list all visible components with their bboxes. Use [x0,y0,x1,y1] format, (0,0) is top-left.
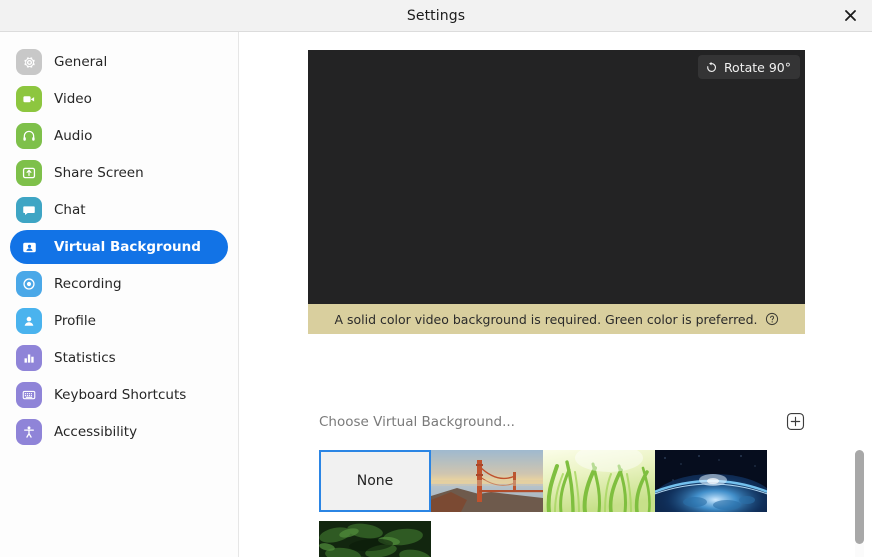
rotate-90-button[interactable]: Rotate 90° [697,55,800,79]
sidebar-item-profile[interactable]: Profile [10,304,228,338]
sidebar-item-accessibility[interactable]: Accessibility [10,415,228,449]
green-screen-notice-text: A solid color video background is requir… [334,311,758,327]
gear-icon [16,49,42,75]
settings-window: Settings General Video Audio Share Scree… [0,0,872,557]
thumbnail-grass[interactable] [543,450,655,512]
thumbnail-scrollbar-thumb[interactable] [855,450,864,544]
green-grass-image [543,450,655,512]
help-circle-icon[interactable] [765,312,779,326]
green-screen-notice: A solid color video background is requir… [308,304,805,334]
chat-bubble-icon [16,197,42,223]
close-icon [844,10,856,21]
thumbnail-earth-space[interactable] [655,450,767,512]
sidebar-item-label: Statistics [54,350,116,366]
sidebar-item-statistics[interactable]: Statistics [10,341,228,375]
sidebar-item-video[interactable]: Video [10,82,228,116]
choose-virtual-background-row: Choose Virtual Background... [319,412,805,431]
sidebar-item-chat[interactable]: Chat [10,193,228,227]
headphones-icon [16,123,42,149]
sidebar-item-label: Profile [54,313,96,329]
person-icon [16,308,42,334]
sidebar-item-audio[interactable]: Audio [10,119,228,153]
sidebar-item-share-screen[interactable]: Share Screen [10,156,228,190]
sidebar-item-label: Recording [54,276,122,292]
record-icon [16,271,42,297]
bar-chart-icon [16,345,42,371]
rotate-icon [705,61,718,74]
close-button[interactable] [828,0,872,31]
sidebar-item-label: Chat [54,202,86,218]
accessibility-icon [16,419,42,445]
sidebar-item-label: General [54,54,108,70]
choose-virtual-background-label: Choose Virtual Background... [319,413,515,430]
virtual-background-icon [16,234,42,260]
virtual-background-thumbnails: None [319,450,789,557]
sidebar-item-label: Accessibility [54,424,138,440]
sidebar-item-label: Share Screen [54,165,144,181]
dark-green-leaves-image [319,521,431,557]
settings-sidebar: General Video Audio Share Screen Chat Vi… [0,32,239,557]
virtual-background-panel: Rotate 90° A solid color video backgroun… [239,32,872,557]
video-camera-icon [16,86,42,112]
share-screen-icon [16,160,42,186]
sidebar-item-label: Virtual Background [54,239,201,255]
keyboard-icon [16,382,42,408]
sidebar-item-keyboard-shortcuts[interactable]: Keyboard Shortcuts [10,378,228,412]
page-title: Settings [406,7,466,24]
window-body: General Video Audio Share Screen Chat Vi… [0,32,872,557]
earth-from-space-image [655,450,767,512]
thumbnail-none[interactable]: None [319,450,431,512]
sidebar-item-label: Audio [54,128,93,144]
sidebar-item-label: Keyboard Shortcuts [54,387,187,403]
golden-gate-bridge-image [431,450,543,512]
thumbnail-bridge[interactable] [431,450,543,512]
sidebar-item-recording[interactable]: Recording [10,267,228,301]
thumbnail-none-label: None [356,473,394,489]
sidebar-item-general[interactable]: General [10,45,228,79]
plus-circle-icon[interactable] [786,412,805,431]
preview-section: Rotate 90° A solid color video backgroun… [308,50,805,334]
thumbnail-scrollbar[interactable] [855,450,864,557]
sidebar-item-label: Video [54,91,92,107]
title-bar: Settings [0,0,872,32]
thumbnail-dark-leaves[interactable] [319,521,431,557]
sidebar-item-virtual-background[interactable]: Virtual Background [10,230,228,264]
rotate-90-label: Rotate 90° [723,59,791,75]
video-preview: Rotate 90° [308,50,805,304]
